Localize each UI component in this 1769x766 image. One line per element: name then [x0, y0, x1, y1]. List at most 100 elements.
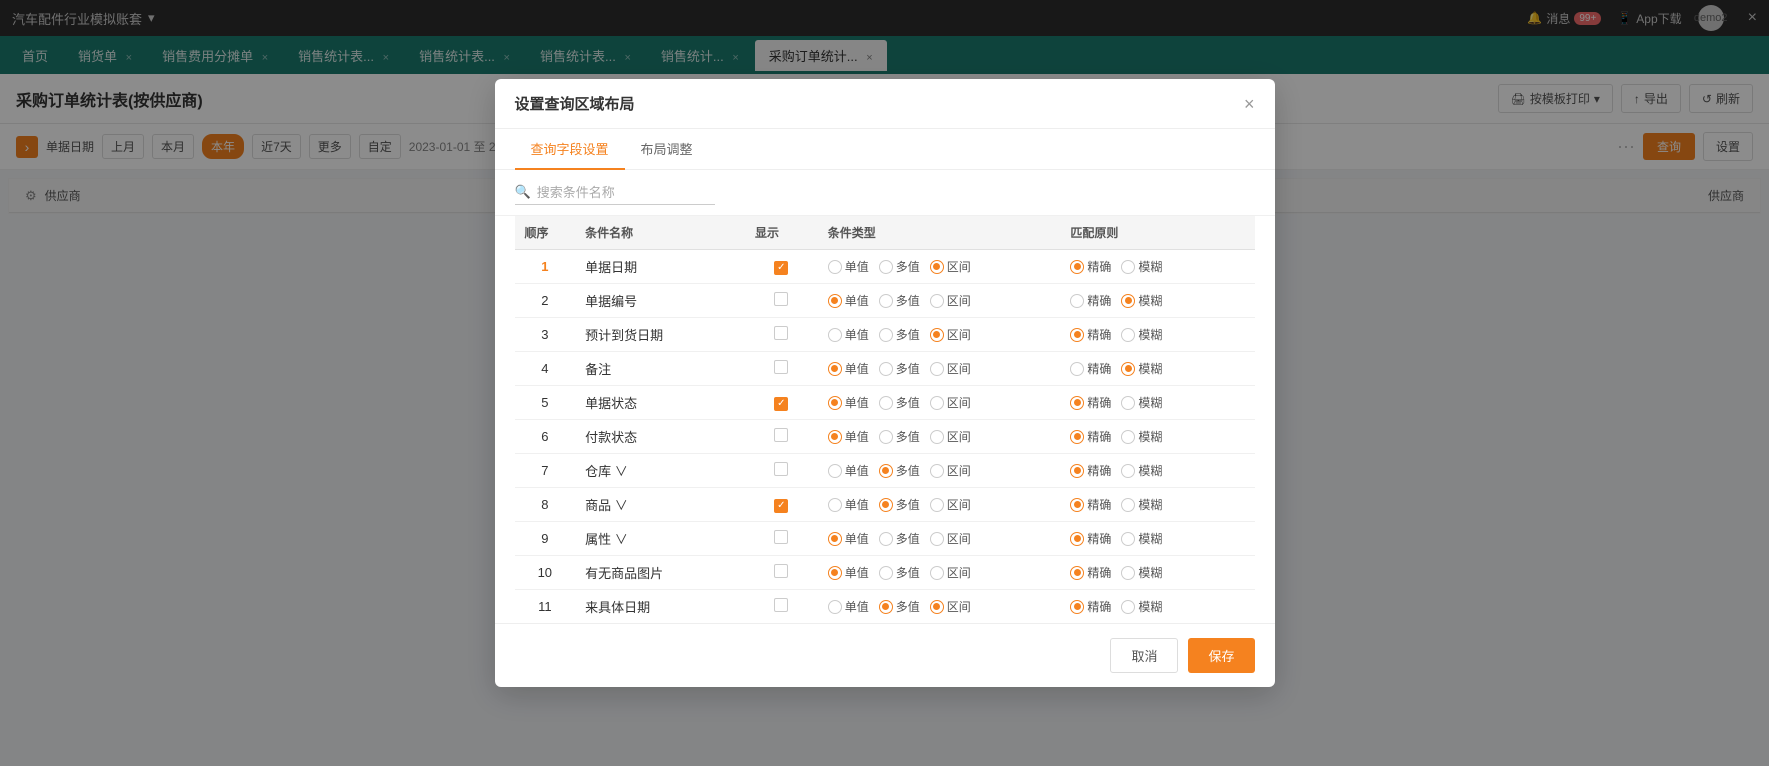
- match-radio-fuzzy[interactable]: 模糊: [1121, 326, 1162, 343]
- table-row: 5单据状态 单值多值 区间 精确模糊: [515, 386, 1255, 420]
- type-radio-label-range: 区间: [947, 394, 971, 411]
- type-radio-dot-range: [930, 362, 944, 376]
- type-radio-multi[interactable]: 多值: [879, 292, 920, 309]
- type-radio-single[interactable]: 单值: [828, 564, 869, 581]
- match-radio-fuzzy[interactable]: 模糊: [1121, 428, 1162, 445]
- display-checkbox[interactable]: [774, 261, 788, 275]
- match-radio-dot-fuzzy: [1121, 600, 1135, 614]
- display-checkbox[interactable]: [774, 428, 788, 442]
- type-radio-single[interactable]: 单值: [828, 530, 869, 547]
- display-checkbox[interactable]: [774, 360, 788, 374]
- display-checkbox[interactable]: [774, 598, 788, 612]
- row-display-cell: [745, 454, 818, 488]
- display-checkbox[interactable]: [774, 462, 788, 476]
- type-radio-single[interactable]: 单值: [828, 496, 869, 513]
- display-checkbox[interactable]: [774, 397, 788, 411]
- type-radio-single[interactable]: 单值: [828, 360, 869, 377]
- type-radio-range[interactable]: 区间: [930, 462, 971, 479]
- type-radio-single[interactable]: 单值: [828, 428, 869, 445]
- type-radio-single[interactable]: 单值: [828, 292, 869, 309]
- match-radio-exact[interactable]: 精确: [1070, 428, 1111, 445]
- save-button[interactable]: 保存: [1188, 638, 1254, 673]
- match-radio-fuzzy[interactable]: 模糊: [1121, 258, 1162, 275]
- match-radio-fuzzy[interactable]: 模糊: [1121, 496, 1162, 513]
- match-radio-dot-exact: [1070, 260, 1084, 274]
- type-radio-single[interactable]: 单值: [828, 394, 869, 411]
- match-radio-fuzzy[interactable]: 模糊: [1121, 564, 1162, 581]
- match-radio-dot-fuzzy: [1121, 464, 1135, 478]
- display-checkbox[interactable]: [774, 292, 788, 306]
- match-radio-exact[interactable]: 精确: [1070, 530, 1111, 547]
- type-radio-dot-single: [828, 498, 842, 512]
- row-name: 单据状态: [575, 386, 745, 420]
- dialog-tab-query-fields[interactable]: 查询字段设置: [515, 129, 625, 170]
- type-radio-multi[interactable]: 多值: [879, 394, 920, 411]
- display-checkbox[interactable]: [774, 530, 788, 544]
- table-row: 3预计到货日期单值多值区间精确模糊: [515, 318, 1255, 352]
- type-radio-dot-multi: [879, 566, 893, 580]
- type-radio-range[interactable]: 区间: [930, 530, 971, 547]
- type-radio-single[interactable]: 单值: [828, 598, 869, 615]
- match-radio-dot-exact: [1070, 294, 1084, 308]
- type-radio-single[interactable]: 单值: [828, 462, 869, 479]
- type-radio-multi[interactable]: 多值: [879, 326, 920, 343]
- type-radio-range[interactable]: 区间: [930, 564, 971, 581]
- search-input[interactable]: [537, 185, 697, 200]
- display-checkbox[interactable]: [774, 326, 788, 340]
- type-radio-multi[interactable]: 多值: [879, 360, 920, 377]
- type-radio-label-multi: 多值: [896, 428, 920, 445]
- cancel-button[interactable]: 取消: [1110, 638, 1178, 673]
- row-order: 3: [515, 318, 576, 352]
- type-radio-single[interactable]: 单值: [828, 258, 869, 275]
- match-radio-fuzzy[interactable]: 模糊: [1121, 530, 1162, 547]
- row-order: 11: [515, 590, 576, 624]
- type-radio-range[interactable]: 区间: [930, 598, 971, 615]
- table-row: 7仓库 ∨单值多值区间精确模糊: [515, 454, 1255, 488]
- type-radio-multi[interactable]: 多值: [879, 428, 920, 445]
- match-radio-dot-exact: [1070, 430, 1084, 444]
- type-radio-multi[interactable]: 多值: [879, 564, 920, 581]
- match-radio-exact[interactable]: 精确: [1070, 564, 1111, 581]
- match-radio-group: 精确模糊: [1070, 326, 1244, 343]
- display-checkbox[interactable]: [774, 564, 788, 578]
- type-radio-range[interactable]: 区间: [930, 394, 971, 411]
- match-radio-exact[interactable]: 精确: [1070, 360, 1111, 377]
- match-radio-exact[interactable]: 精确: [1070, 258, 1111, 275]
- type-radio-multi[interactable]: 多值: [879, 530, 920, 547]
- type-radio-range[interactable]: 区间: [930, 292, 971, 309]
- match-radio-exact[interactable]: 精确: [1070, 462, 1111, 479]
- match-radio-exact[interactable]: 精确: [1070, 292, 1111, 309]
- match-radio-exact[interactable]: 精确: [1070, 326, 1111, 343]
- row-order: 5: [515, 386, 576, 420]
- match-radio-fuzzy[interactable]: 模糊: [1121, 292, 1162, 309]
- match-radio-fuzzy[interactable]: 模糊: [1121, 462, 1162, 479]
- match-radio-fuzzy[interactable]: 模糊: [1121, 360, 1162, 377]
- type-radio-multi[interactable]: 多值: [879, 462, 920, 479]
- display-checkbox[interactable]: [774, 499, 788, 513]
- row-name: 单据日期: [575, 250, 745, 284]
- row-type-cell: 单值 多值区间: [818, 420, 1061, 454]
- type-radio-range[interactable]: 区间: [930, 496, 971, 513]
- type-radio-range[interactable]: 区间: [930, 258, 971, 275]
- type-radio-multi[interactable]: 多值: [879, 258, 920, 275]
- type-radio-dot-multi: [879, 430, 893, 444]
- type-radio-range[interactable]: 区间: [930, 428, 971, 445]
- type-radio-range[interactable]: 区间: [930, 360, 971, 377]
- type-radio-group: 单值多值区间: [828, 292, 1051, 309]
- row-order: 7: [515, 454, 576, 488]
- type-radio-single[interactable]: 单值: [828, 326, 869, 343]
- match-radio-exact[interactable]: 精确: [1070, 598, 1111, 615]
- type-radio-label-range: 区间: [947, 326, 971, 343]
- dialog-close-button[interactable]: ×: [1244, 95, 1255, 113]
- type-radio-multi[interactable]: 多值: [879, 496, 920, 513]
- match-radio-fuzzy[interactable]: 模糊: [1121, 394, 1162, 411]
- dialog-tab-layout[interactable]: 布局调整: [625, 129, 709, 170]
- type-radio-dot-range: [930, 498, 944, 512]
- match-radio-exact[interactable]: 精确: [1070, 394, 1111, 411]
- match-radio-exact[interactable]: 精确: [1070, 496, 1111, 513]
- type-radio-multi[interactable]: 多值: [879, 598, 920, 615]
- match-radio-fuzzy[interactable]: 模糊: [1121, 598, 1162, 615]
- type-radio-range[interactable]: 区间: [930, 326, 971, 343]
- type-radio-label-multi: 多值: [896, 360, 920, 377]
- match-radio-dot-fuzzy: [1121, 566, 1135, 580]
